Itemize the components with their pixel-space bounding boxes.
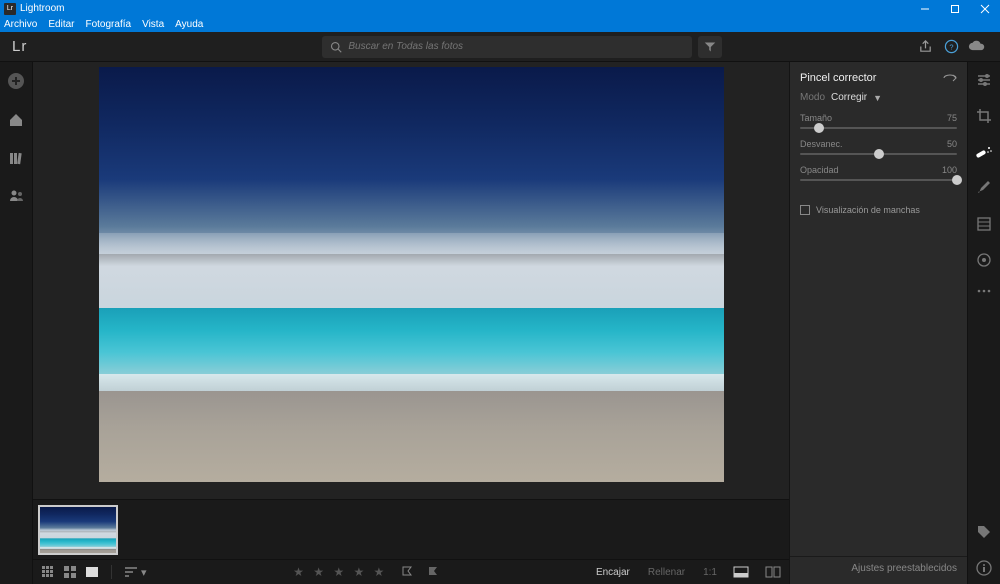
filmstrip	[33, 499, 789, 559]
flag-pick-icon[interactable]	[401, 566, 413, 578]
reset-icon[interactable]	[943, 73, 957, 83]
svg-text:?: ?	[949, 42, 953, 51]
search-icon	[330, 41, 342, 53]
flag-reject-icon[interactable]	[427, 566, 439, 578]
panel-title: Pincel corrector	[800, 72, 943, 84]
mode-label: Modo	[800, 92, 825, 103]
zoom-ratio[interactable]: 1:1	[703, 567, 717, 578]
visualize-spots-checkbox[interactable]: Visualización de manchas	[800, 205, 957, 215]
search-box[interactable]	[322, 36, 692, 58]
slider-size[interactable]: Tamaño75	[800, 113, 957, 129]
cloud-sync-icon[interactable]	[964, 39, 990, 54]
center-area: ▾ ★ ★ ★ ★ ★ Encajar Rellenar 1:1	[33, 62, 789, 584]
crop-icon[interactable]	[976, 108, 992, 124]
menu-bar: Archivo Editar Fotografía Vista Ayuda	[0, 17, 1000, 32]
filter-button[interactable]	[698, 36, 722, 58]
divider	[111, 565, 112, 579]
brush-icon[interactable]	[976, 180, 992, 196]
menu-archivo[interactable]: Archivo	[4, 19, 37, 30]
home-icon[interactable]	[8, 112, 24, 128]
share-button[interactable]	[912, 39, 938, 54]
compare-icon[interactable]	[765, 566, 781, 578]
mode-selector[interactable]: Modo Corregir ▼	[800, 92, 957, 103]
chevron-down-icon: ▼	[873, 93, 882, 103]
search-input[interactable]	[348, 41, 684, 52]
radial-gradient-icon[interactable]	[976, 252, 992, 268]
sort-button[interactable]: ▾	[124, 566, 147, 579]
maximize-button[interactable]	[940, 0, 970, 17]
help-button[interactable]: ?	[938, 39, 964, 54]
linear-gradient-icon[interactable]	[976, 216, 992, 232]
rating-stars[interactable]: ★ ★ ★ ★ ★	[293, 565, 387, 579]
app-icon: Lr	[4, 3, 16, 15]
filmstrip-toggle-icon[interactable]	[733, 566, 749, 578]
slider-opacity[interactable]: Opacidad100	[800, 165, 957, 181]
grid-small-icon[interactable]	[41, 565, 55, 579]
photo-preview	[99, 67, 724, 482]
people-icon[interactable]	[8, 188, 24, 204]
checkbox-icon	[800, 205, 810, 215]
mode-value: Corregir	[831, 92, 867, 103]
canvas[interactable]	[33, 62, 789, 499]
left-rail	[0, 62, 33, 584]
add-button[interactable]	[7, 72, 25, 90]
slider-feather[interactable]: Desvanec.50	[800, 139, 957, 155]
info-icon[interactable]	[976, 560, 992, 576]
healing-brush-icon[interactable]	[975, 144, 993, 160]
menu-ayuda[interactable]: Ayuda	[175, 19, 203, 30]
menu-fotografia[interactable]: Fotografía	[85, 19, 131, 30]
close-button[interactable]	[970, 0, 1000, 17]
menu-vista[interactable]: Vista	[142, 19, 164, 30]
minimize-button[interactable]	[910, 0, 940, 17]
library-icon[interactable]	[8, 150, 24, 166]
thumbnail[interactable]	[38, 505, 118, 555]
right-rail	[967, 62, 1000, 584]
window-titlebar: Lr Lightroom	[0, 0, 1000, 17]
app-logo: Lr	[12, 38, 27, 55]
more-icon[interactable]	[976, 288, 992, 294]
healing-brush-panel: Pincel corrector Modo Corregir ▼ Tamaño7…	[789, 62, 967, 584]
zoom-fill[interactable]: Rellenar	[648, 567, 685, 578]
presets-button[interactable]: Ajustes preestablecidos	[790, 556, 967, 574]
tag-icon[interactable]	[976, 524, 992, 540]
menu-editar[interactable]: Editar	[48, 19, 74, 30]
zoom-fit[interactable]: Encajar	[596, 567, 630, 578]
grid-large-icon[interactable]	[63, 565, 77, 579]
top-toolbar: Lr ?	[0, 32, 1000, 62]
single-view-icon[interactable]	[85, 565, 99, 579]
edit-sliders-icon[interactable]	[976, 72, 992, 88]
window-title: Lightroom	[20, 3, 64, 14]
bottom-bar: ▾ ★ ★ ★ ★ ★ Encajar Rellenar 1:1	[33, 559, 789, 584]
